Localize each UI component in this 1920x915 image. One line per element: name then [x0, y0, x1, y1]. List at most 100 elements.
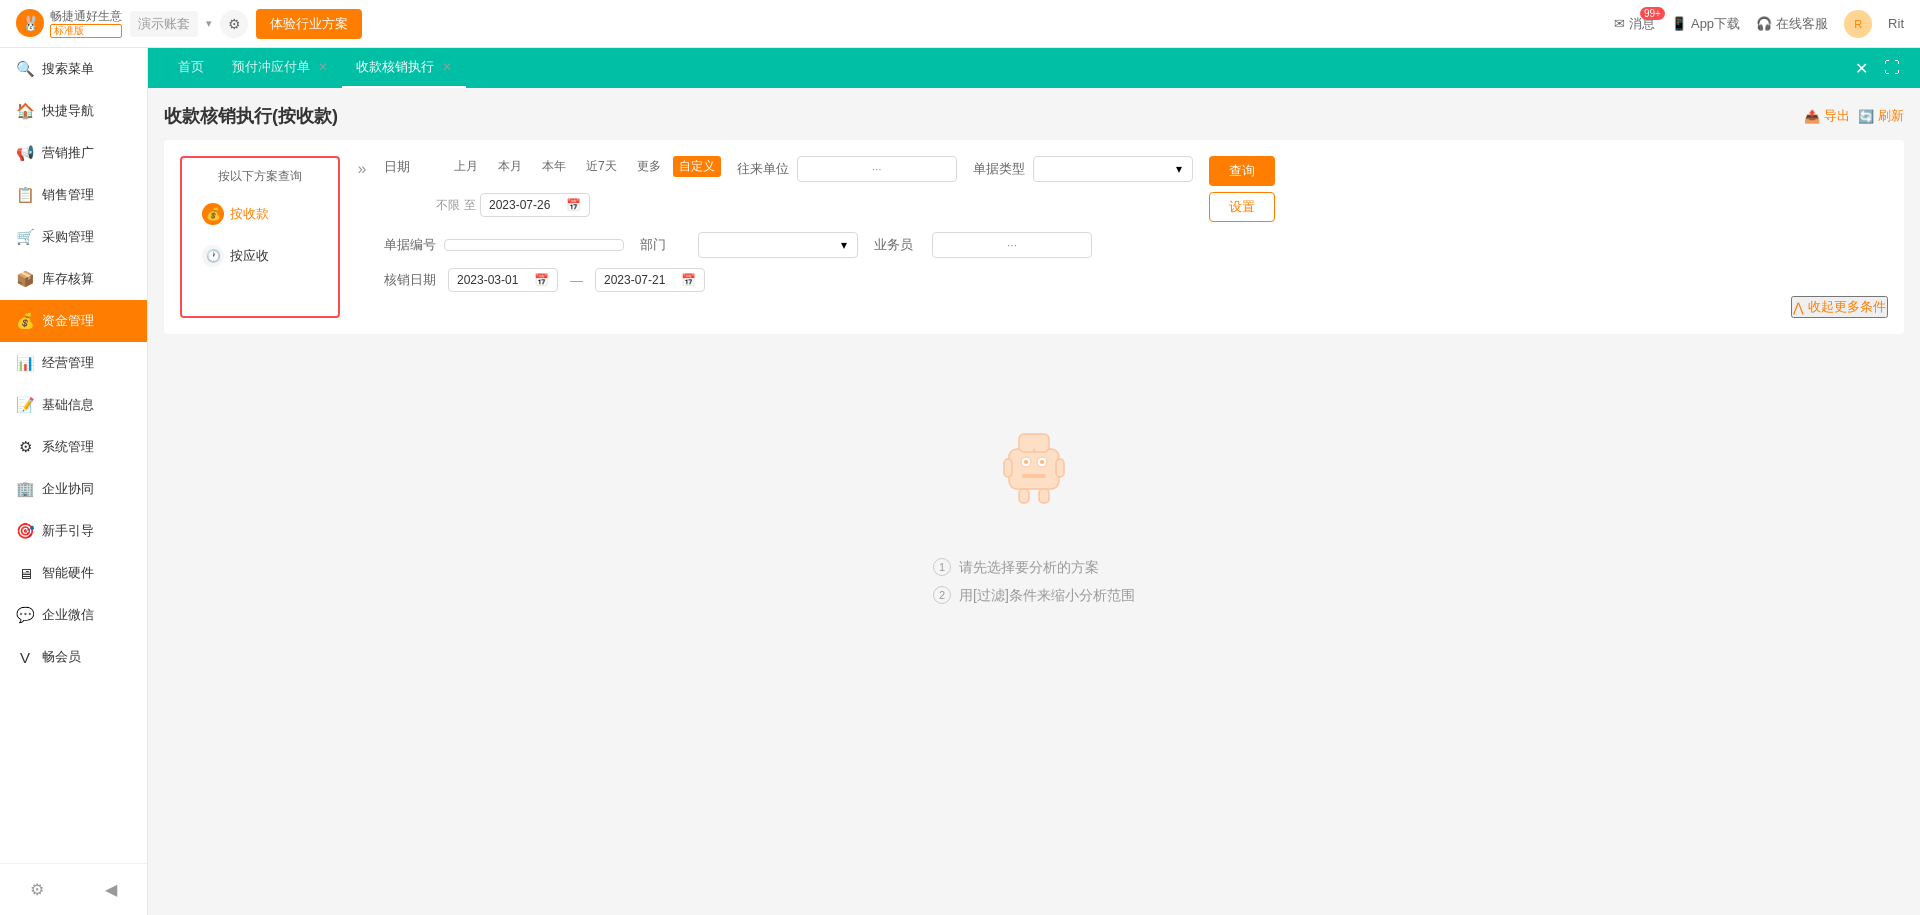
- filter-by-receipt[interactable]: 💰 按收款: [192, 195, 328, 233]
- date-end-value: 2023-07-26: [489, 198, 550, 212]
- sidebar-item-hardware[interactable]: 🖥智能硬件: [0, 552, 147, 594]
- date-filter-row: 日期 上月 本月 本年 近7天 更多 自定义: [384, 156, 721, 177]
- page-content: 收款核销执行(按收款) 📤 导出 🔄 刷新 按以下方案查询: [148, 88, 1920, 915]
- sidebar-item-system[interactable]: ⚙系统管理: [0, 426, 147, 468]
- tip-num-1: 1: [933, 558, 951, 576]
- shortcut-more[interactable]: 更多: [629, 156, 669, 177]
- tip-num-2: 2: [933, 586, 951, 604]
- sidebar-item-wechat[interactable]: 💬企业微信: [0, 594, 147, 636]
- salesperson-input[interactable]: ···: [932, 232, 1092, 258]
- shortcut-last-month[interactable]: 上月: [446, 156, 486, 177]
- shortcut-this-year[interactable]: 本年: [534, 156, 574, 177]
- chevron-down-doc: ▾: [1176, 162, 1182, 176]
- purchase-label: 采购管理: [42, 228, 94, 246]
- online-service-label: 在线客服: [1776, 15, 1828, 33]
- export-button[interactable]: 📤 导出: [1804, 107, 1850, 125]
- sidebar-bottom: ⚙ ◀: [0, 863, 147, 915]
- guide-label: 新手引导: [42, 522, 94, 540]
- sidebar-item-guide[interactable]: 🎯新手引导: [0, 510, 147, 552]
- sidebar-item-enterprise[interactable]: 🏢企业协同: [0, 468, 147, 510]
- message-button[interactable]: ✉ 消息 99+: [1614, 15, 1655, 33]
- online-service-button[interactable]: 🎧 在线客服: [1756, 15, 1828, 33]
- chevron-down-icon[interactable]: ▾: [206, 17, 212, 30]
- tip-text-2: 用[过滤]条件来缩小分析范围: [959, 581, 1135, 609]
- collapse-more-button[interactable]: ⋀ 收起更多条件: [1791, 296, 1888, 318]
- date-no-limit: 不限: [436, 197, 460, 214]
- sidebar-settings-button[interactable]: ⚙: [24, 874, 50, 905]
- svg-rect-10: [1019, 489, 1029, 503]
- filter-panel-title: 按以下方案查询: [192, 168, 328, 185]
- finance-label: 资金管理: [42, 312, 94, 330]
- verify-date-end-input[interactable]: 2023-07-21 📅: [595, 268, 705, 292]
- sidebar-item-member[interactable]: V畅会员: [0, 636, 147, 678]
- verify-date-start-value: 2023-03-01: [457, 273, 518, 287]
- shortcut-custom[interactable]: 自定义: [673, 156, 721, 177]
- sidebar-item-marketing[interactable]: 📢营销推广: [0, 132, 147, 174]
- verify-date-start-input[interactable]: 2023-03-01 📅: [448, 268, 558, 292]
- content-area: 首页预付冲应付单✕收款核销执行✕ ✕ ⛶ 收款核销执行(按收款) 📤 导出 🔄: [148, 48, 1920, 915]
- filter-by-receivable[interactable]: 🕐 按应收: [192, 237, 328, 275]
- member-label: 畅会员: [42, 648, 81, 666]
- date-dash: —: [570, 273, 583, 288]
- settings-icon[interactable]: ⚙: [220, 10, 248, 38]
- wechat-icon: 💬: [16, 606, 34, 624]
- date-shortcuts: 上月 本月 本年 近7天 更多 自定义: [446, 156, 721, 177]
- message-icon: ✉: [1614, 16, 1625, 31]
- close-tab-button[interactable]: ✕: [1851, 55, 1872, 82]
- filter-settings-button[interactable]: 设置: [1209, 192, 1275, 222]
- sidebar: 🔍搜索菜单🏠快捷导航📢营销推广📋销售管理🛒采购管理📦库存核算 💰 资金管理 📊经营管理…: [0, 48, 148, 915]
- sidebar-item-quick-nav[interactable]: 🏠快捷导航: [0, 90, 147, 132]
- sidebar-collapse-button[interactable]: ◀: [99, 874, 123, 905]
- sidebar-item-finance[interactable]: 💰 资金管理: [0, 300, 147, 342]
- system-label: 系统管理: [42, 438, 94, 456]
- verify-date-end-value: 2023-07-21: [604, 273, 665, 287]
- counterparty-ellipsis: ···: [872, 162, 882, 176]
- svg-rect-9: [1056, 459, 1064, 477]
- doc-no-input[interactable]: [444, 239, 624, 251]
- sidebar-item-sales[interactable]: 📋销售管理: [0, 174, 147, 216]
- sidebar-item-inventory[interactable]: 📦库存核算: [0, 258, 147, 300]
- company-name[interactable]: 演示账套: [130, 11, 198, 37]
- inventory-icon: 📦: [16, 270, 34, 288]
- collapse-panel-button[interactable]: »: [352, 160, 372, 178]
- industry-button[interactable]: 体验行业方案: [256, 9, 362, 39]
- verify-calendar-start-icon: 📅: [534, 273, 549, 287]
- hardware-icon: 🖥: [16, 565, 34, 582]
- shortcut-7days[interactable]: 近7天: [578, 156, 625, 177]
- salesperson-row: 业务员 ···: [874, 232, 1092, 258]
- user-name[interactable]: Rit: [1888, 16, 1904, 31]
- filter-left-panel: 按以下方案查询 💰 按收款 🕐 按应收: [180, 156, 340, 318]
- enterprise-label: 企业协同: [42, 480, 94, 498]
- finance-icon: 💰: [16, 312, 34, 330]
- query-button[interactable]: 查询: [1209, 156, 1275, 186]
- receivable-icon: 🕐: [202, 245, 224, 267]
- sidebar-item-search-menu[interactable]: 🔍搜索菜单: [0, 48, 147, 90]
- search-menu-label: 搜索菜单: [42, 60, 94, 78]
- department-select[interactable]: ▾: [698, 232, 858, 258]
- date-label: 日期: [384, 158, 434, 176]
- marketing-label: 营销推广: [42, 144, 94, 162]
- date-end-input[interactable]: 2023-07-26 📅: [480, 193, 590, 217]
- refresh-button[interactable]: 🔄 刷新: [1858, 107, 1904, 125]
- sidebar-item-purchase[interactable]: 🛒采购管理: [0, 216, 147, 258]
- tab-prepay[interactable]: 预付冲应付单✕: [218, 48, 342, 88]
- sidebar-item-basic-info[interactable]: 📝基础信息: [0, 384, 147, 426]
- tab-close-receipt[interactable]: ✕: [442, 60, 452, 74]
- top-bar-right: ✉ 消息 99+ 📱 App下载 🎧 在线客服 R Rit: [1614, 10, 1904, 38]
- sidebar-item-operation[interactable]: 📊经营管理: [0, 342, 147, 384]
- doc-type-select[interactable]: ▾: [1033, 156, 1193, 182]
- counterparty-input[interactable]: ···: [797, 156, 957, 182]
- tab-close-prepay[interactable]: ✕: [318, 60, 328, 74]
- tip-text-1: 请先选择要分析的方案: [959, 553, 1099, 581]
- tab-home[interactable]: 首页: [164, 48, 218, 88]
- basic-info-label: 基础信息: [42, 396, 94, 414]
- tab-receipt[interactable]: 收款核销执行✕: [342, 48, 466, 88]
- shortcut-this-month[interactable]: 本月: [490, 156, 530, 177]
- expand-button[interactable]: ⛶: [1880, 55, 1904, 81]
- counterparty-label: 往来单位: [737, 160, 789, 178]
- app-download-button[interactable]: 📱 App下载: [1671, 15, 1740, 33]
- teal-header: 首页预付冲应付单✕收款核销执行✕ ✕ ⛶: [148, 48, 1920, 88]
- top-bar: 🐰 畅捷通好生意 标准版 演示账套 ▾ ⚙ 体验行业方案 ✉ 消息 99+ 📱 …: [0, 0, 1920, 48]
- logo-area: 🐰 畅捷通好生意 标准版: [16, 9, 122, 37]
- svg-point-5: [1024, 460, 1028, 464]
